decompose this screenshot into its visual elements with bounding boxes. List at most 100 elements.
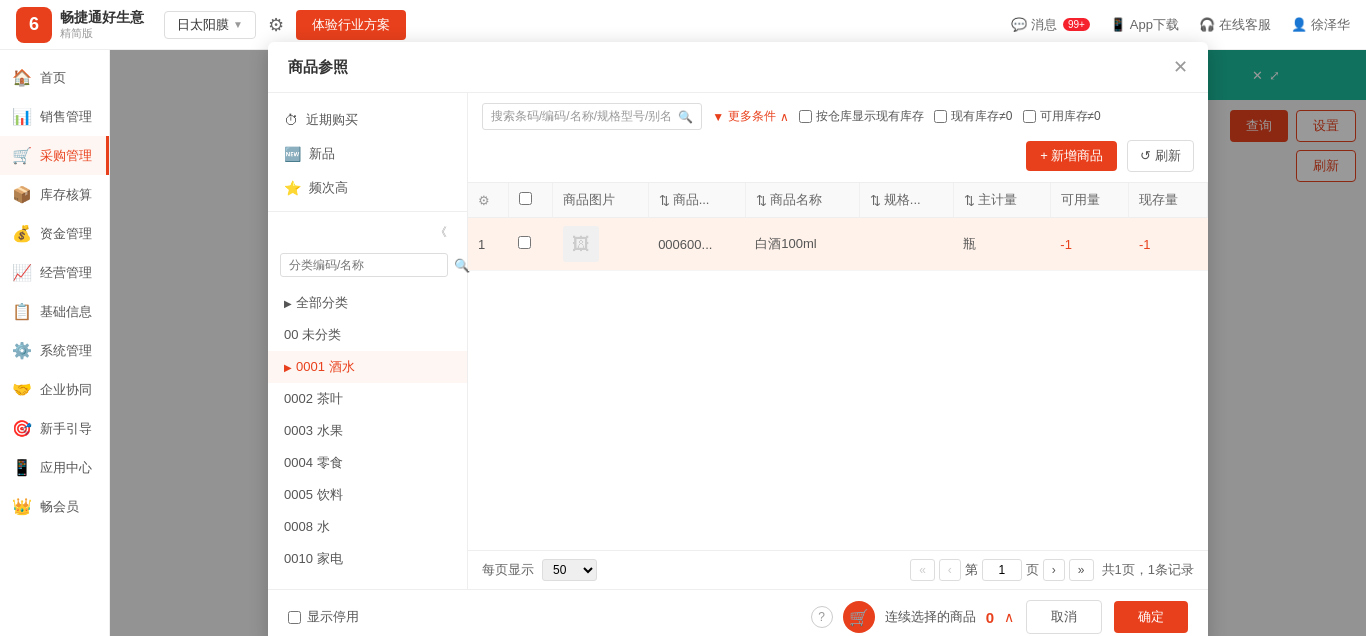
checkbox-warehouse[interactable]: 按仓库显示现有库存 [799, 108, 924, 125]
gear-icon[interactable]: ⚙ [268, 14, 284, 36]
cat-0005[interactable]: 0005 饮料 [268, 479, 467, 511]
product-search-bar[interactable]: 搜索条码/编码/名称/规格型号/别名 🔍 [482, 103, 702, 130]
sidebar-item-label: 采购管理 [40, 147, 92, 165]
collapse-cart-icon[interactable]: ∧ [1004, 609, 1014, 625]
logo-text: 畅捷通好生意 [60, 8, 144, 26]
sidebar-item-operations[interactable]: 📈 经营管理 [0, 253, 109, 292]
sales-icon: 📊 [12, 107, 32, 126]
cat-all[interactable]: ▶ 全部分类 [268, 287, 467, 319]
cat-0001[interactable]: ▶ 0001 酒水 [268, 351, 467, 383]
page-number-input[interactable] [982, 559, 1022, 581]
cancel-button[interactable]: 取消 [1026, 600, 1102, 634]
confirm-button[interactable]: 确定 [1114, 601, 1188, 633]
cat-0010[interactable]: 0010 家电 [268, 543, 467, 575]
next-page-button[interactable]: › [1043, 559, 1065, 581]
select-all-checkbox[interactable] [519, 192, 532, 205]
modal-close-button[interactable]: ✕ [1173, 56, 1188, 78]
cat-label: 0001 酒水 [296, 358, 355, 376]
warehouse-label: 按仓库显示现有库存 [816, 108, 924, 125]
th-code[interactable]: ⇅ 商品... [648, 183, 745, 218]
sidebar-item-home[interactable]: 🏠 首页 [0, 58, 109, 97]
row-checkbox[interactable] [518, 236, 531, 249]
prev-page-button[interactable]: ‹ [939, 559, 961, 581]
table-gear-icon[interactable]: ⚙ [478, 193, 490, 208]
th-spec[interactable]: ⇅ 规格... [859, 183, 953, 218]
nav-selector[interactable]: 日太阳膜 ▼ [164, 11, 256, 39]
stock-nonzero-checkbox[interactable] [934, 110, 947, 123]
th-name[interactable]: ⇅ 商品名称 [745, 183, 859, 218]
user-item[interactable]: 👤 徐泽华 [1291, 16, 1350, 34]
td-image: 🖼 [553, 218, 649, 271]
logo-sub: 精简版 [60, 26, 144, 41]
display-disabled-checkbox[interactable] [288, 611, 301, 624]
sidebar-item-label: 系统管理 [40, 342, 92, 360]
add-product-button[interactable]: + 新增商品 [1026, 141, 1117, 171]
headset-icon: 🎧 [1199, 17, 1215, 32]
sidebar-item-finance[interactable]: 💰 资金管理 [0, 214, 109, 253]
stock-nonzero-label: 现有库存≠0 [951, 108, 1012, 125]
available-nonzero-checkbox[interactable] [1023, 110, 1036, 123]
th-unit[interactable]: ⇅ 主计量 [953, 183, 1050, 218]
cart-icon[interactable]: 🛒 [843, 601, 875, 633]
sidebar-item-label: 基础信息 [40, 303, 92, 321]
sidebar-item-purchase[interactable]: 🛒 采购管理 [0, 136, 109, 175]
th-stock: 现存量 [1129, 183, 1208, 218]
nav-right: 💬 消息 99+ 📱 App下载 🎧 在线客服 👤 徐泽华 [1011, 16, 1350, 34]
sidebar-item-inventory[interactable]: 📦 库存核算 [0, 175, 109, 214]
refresh-label: 刷新 [1155, 148, 1181, 163]
collapse-button[interactable]: 《 [423, 218, 459, 247]
logo-text-wrap: 畅捷通好生意 精简版 [60, 8, 144, 41]
cat-0002[interactable]: 0002 茶叶 [268, 383, 467, 415]
td-name: 白酒100ml [745, 218, 859, 271]
checkbox-available-nonzero[interactable]: 可用库存≠0 [1023, 108, 1101, 125]
help-icon[interactable]: ? [811, 606, 833, 628]
sidebar-item-label: 资金管理 [40, 225, 92, 243]
notifications-item[interactable]: 💬 消息 99+ [1011, 16, 1090, 34]
checkbox-stock-nonzero[interactable]: 现有库存≠0 [934, 108, 1012, 125]
sidebar-item-label: 应用中心 [40, 459, 92, 477]
cat-0003[interactable]: 0003 水果 [268, 415, 467, 447]
freq-icon: ⭐ [284, 180, 301, 196]
sidebar-item-basic-info[interactable]: 📋 基础信息 [0, 292, 109, 331]
cart-area: ? 🛒 连续选择的商品 0 ∧ [811, 601, 1014, 633]
page-word: 第 [965, 561, 978, 579]
recent-purchase-nav[interactable]: ⏱ 近期购买 [268, 103, 467, 137]
user-name: 徐泽华 [1311, 16, 1350, 34]
th-image: 商品图片 [553, 183, 649, 218]
category-search-input[interactable] [280, 253, 448, 277]
page-unit: 页 [1026, 561, 1039, 579]
sidebar-item-label: 销售管理 [40, 108, 92, 126]
page-size-select[interactable]: 50 100 [542, 559, 597, 581]
online-service-item[interactable]: 🎧 在线客服 [1199, 16, 1271, 34]
chevron-down-icon: ▼ [233, 19, 243, 30]
search-icon: 🔍 [678, 110, 693, 124]
sidebar-item-system[interactable]: ⚙️ 系统管理 [0, 331, 109, 370]
sidebar-item-vip[interactable]: 👑 畅会员 [0, 487, 109, 526]
cat-00[interactable]: 00 未分类 [268, 319, 467, 351]
cart-label: 连续选择的商品 [885, 608, 976, 626]
last-page-button[interactable]: » [1069, 559, 1094, 581]
app-download-item[interactable]: 📱 App下载 [1110, 16, 1179, 34]
freq-high-nav[interactable]: ⭐ 频次高 [268, 171, 467, 205]
cat-label: 全部分类 [296, 294, 348, 312]
sidebar-item-collab[interactable]: 🤝 企业协同 [0, 370, 109, 409]
trial-button[interactable]: 体验行业方案 [296, 10, 406, 40]
page-navigation: « ‹ 第 页 › » [910, 559, 1093, 581]
new-label: 新品 [309, 145, 335, 163]
product-search-placeholder: 搜索条码/编码/名称/规格型号/别名 [491, 108, 672, 125]
sidebar-item-sales[interactable]: 📊 销售管理 [0, 97, 109, 136]
cat-0004[interactable]: 0004 零食 [268, 447, 467, 479]
cat-0008[interactable]: 0008 水 [268, 511, 467, 543]
sidebar-item-guide[interactable]: 🎯 新手引导 [0, 409, 109, 448]
display-disabled-label[interactable]: 显示停用 [288, 608, 359, 626]
table-row[interactable]: 1 🖼 000600... 白酒100ml [468, 218, 1208, 271]
logo-area: 6 畅捷通好生意 精简版 [16, 7, 144, 43]
warehouse-checkbox[interactable] [799, 110, 812, 123]
filter-button[interactable]: ▼ 更多条件 ∧ [712, 108, 789, 125]
new-product-nav[interactable]: 🆕 新品 [268, 137, 467, 171]
refresh-table-button[interactable]: ↺ 刷新 [1127, 140, 1194, 172]
first-page-button[interactable]: « [910, 559, 935, 581]
recent-icon: ⏱ [284, 112, 298, 128]
product-table-wrap: ⚙ 商品图片 [468, 183, 1208, 550]
sidebar-item-apps[interactable]: 📱 应用中心 [0, 448, 109, 487]
